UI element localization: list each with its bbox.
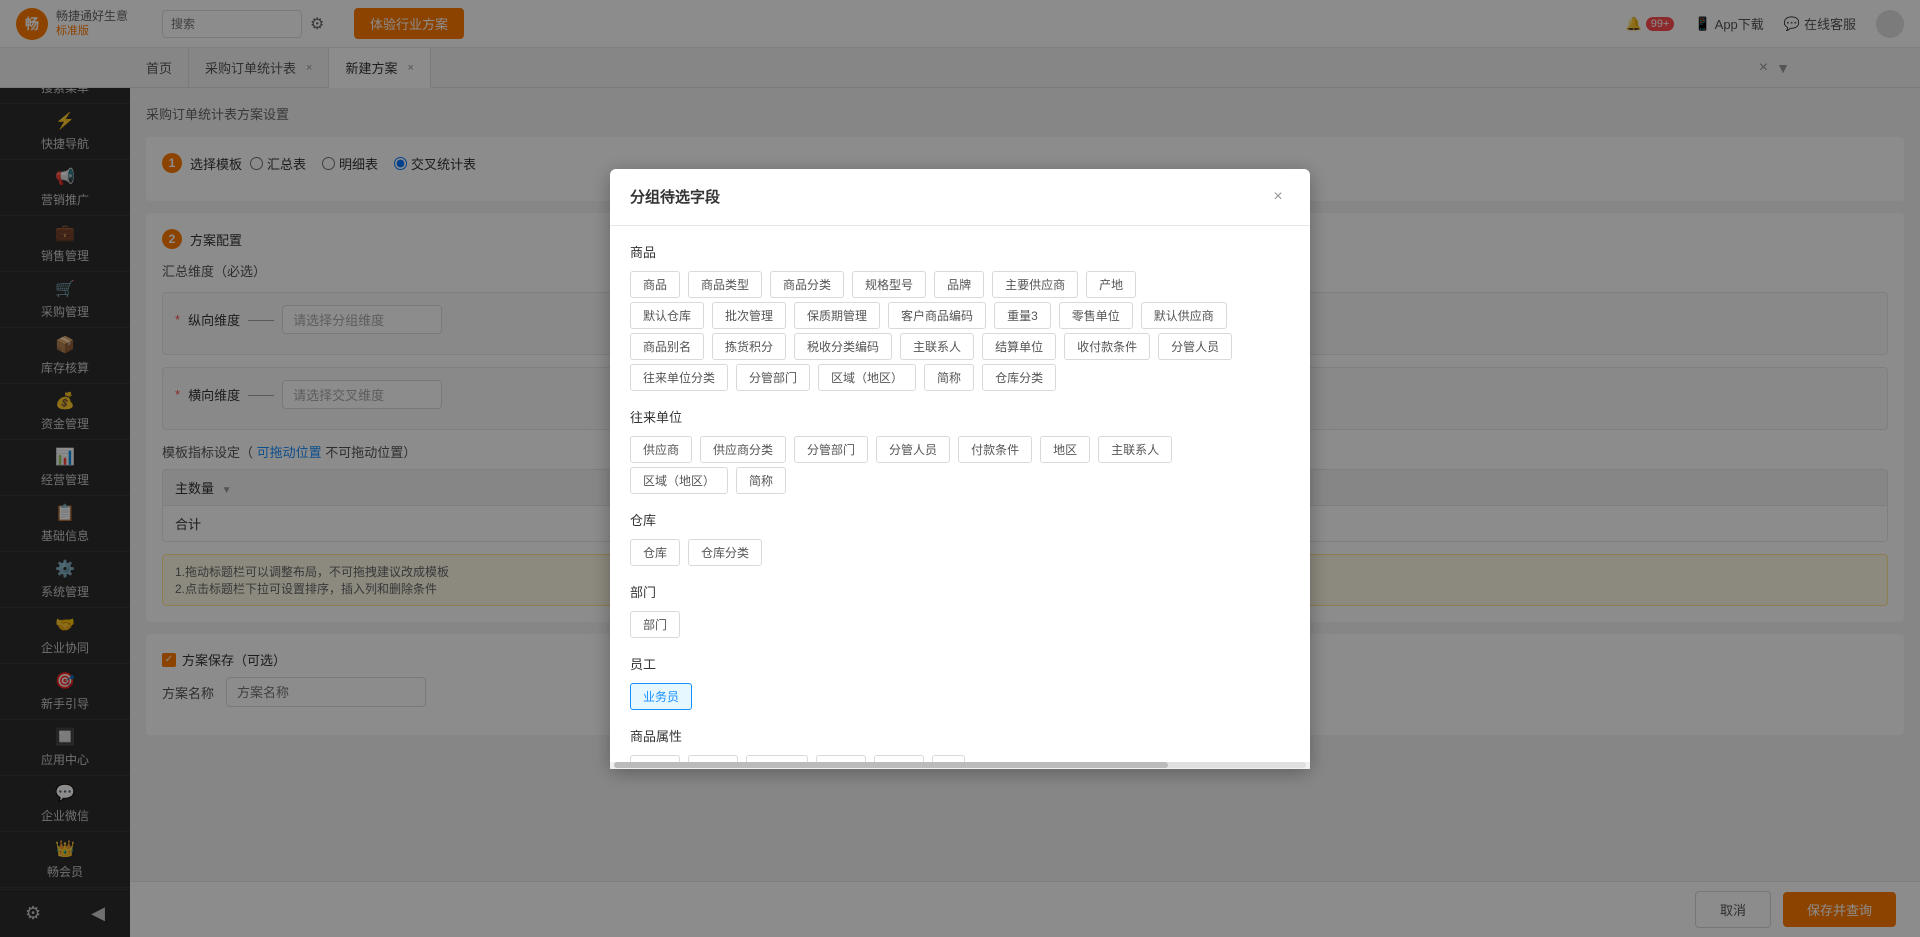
field-tag-color[interactable]: 颜色	[688, 755, 738, 762]
section-title-product-attr: 商品属性	[630, 726, 1290, 745]
field-tag-spec-model[interactable]: 规格型号	[852, 271, 926, 298]
modal-body[interactable]: 商品 商品 商品类型 商品分类 规格型号 品牌 主要供应商 产地 默认仓库 批次…	[610, 226, 1310, 762]
field-tag-region2[interactable]: 区域（地区）	[630, 467, 728, 494]
field-tag-area[interactable]: 地区	[1040, 436, 1090, 463]
field-tag-pick-score[interactable]: 拣货积分	[712, 333, 786, 360]
field-tag-alias[interactable]: 商品别名	[630, 333, 704, 360]
section-title-employee: 员工	[630, 654, 1290, 673]
modal-close-button[interactable]: ×	[1266, 185, 1290, 209]
field-tag-mgmt-person[interactable]: 分管人员	[876, 436, 950, 463]
field-tag-payment-cond[interactable]: 付款条件	[958, 436, 1032, 463]
field-tag-warehouse-cat[interactable]: 仓库分类	[688, 539, 762, 566]
field-tag-salesperson[interactable]: 业务员	[630, 683, 692, 710]
product-attr-fields: 属性 颜色 多规格 尺码 鞋码 1	[630, 755, 1290, 762]
field-tag-batch-mgmt[interactable]: 批次管理	[712, 302, 786, 329]
field-tag-main-contact2[interactable]: 主联系人	[1098, 436, 1172, 463]
field-tag-region[interactable]: 区域（地区）	[818, 364, 916, 391]
employee-fields: 业务员	[630, 683, 1290, 710]
field-tag-product-category[interactable]: 商品分类	[770, 271, 844, 298]
field-tag-multi-spec[interactable]: 多规格	[746, 755, 808, 762]
section-title-warehouse: 仓库	[630, 510, 1290, 529]
field-tag-shoe-size[interactable]: 鞋码	[874, 755, 924, 762]
section-title-dept: 部门	[630, 582, 1290, 601]
section-title-counterpart: 往来单位	[630, 407, 1290, 426]
field-tag-manager[interactable]: 分管人员	[1158, 333, 1232, 360]
field-tag-default-warehouse[interactable]: 默认仓库	[630, 302, 704, 329]
field-tag-supplier-category[interactable]: 供应商分类	[700, 436, 786, 463]
modal-overlay: 分组待选字段 × 商品 商品 商品类型 商品分类 规格型号 品牌 主要供应商 产…	[0, 0, 1920, 937]
section-title-product: 商品	[630, 242, 1290, 261]
field-tag-settlement-unit[interactable]: 结算单位	[982, 333, 1056, 360]
warehouse-fields: 仓库 仓库分类	[630, 539, 1290, 566]
field-tag-dept2[interactable]: 部门	[630, 611, 680, 638]
field-tag-size[interactable]: 尺码	[816, 755, 866, 762]
field-tag-main-supplier[interactable]: 主要供应商	[992, 271, 1078, 298]
field-tag-shelf-life[interactable]: 保质期管理	[794, 302, 880, 329]
field-tag-product-type[interactable]: 商品类型	[688, 271, 762, 298]
field-tag-counterpart-category[interactable]: 往来单位分类	[630, 364, 728, 391]
field-tag-weight[interactable]: 重量3	[994, 302, 1051, 329]
field-tag-one[interactable]: 1	[932, 755, 965, 762]
field-tag-origin[interactable]: 产地	[1086, 271, 1136, 298]
product-fields-4: 往来单位分类 分管部门 区域（地区） 简称 仓库分类	[630, 364, 1290, 391]
field-tag-product[interactable]: 商品	[630, 271, 680, 298]
modal-title: 分组待选字段	[630, 186, 720, 207]
field-tag-short-name2[interactable]: 简称	[736, 467, 786, 494]
field-tag-warehouse-category[interactable]: 仓库分类	[982, 364, 1056, 391]
field-tag-customer-code[interactable]: 客户商品编码	[888, 302, 986, 329]
field-tag-main-contact[interactable]: 主联系人	[900, 333, 974, 360]
field-tag-tax-code[interactable]: 税收分类编码	[794, 333, 892, 360]
field-tag-payment-terms[interactable]: 收付款条件	[1064, 333, 1150, 360]
counterpart-fields: 供应商 供应商分类 分管部门 分管人员 付款条件 地区 主联系人	[630, 436, 1290, 463]
modal-header: 分组待选字段 ×	[610, 169, 1310, 226]
counterpart-fields-2: 区域（地区） 简称	[630, 467, 1290, 494]
field-tag-attr[interactable]: 属性	[630, 755, 680, 762]
field-tag-dept[interactable]: 分管部门	[736, 364, 810, 391]
field-tag-brand[interactable]: 品牌	[934, 271, 984, 298]
field-tag-short-name[interactable]: 简称	[924, 364, 974, 391]
product-fields-3: 商品别名 拣货积分 税收分类编码 主联系人 结算单位 收付款条件 分管人员	[630, 333, 1290, 360]
scroll-bar-area[interactable]	[610, 762, 1310, 769]
field-tag-mgmt-dept[interactable]: 分管部门	[794, 436, 868, 463]
dept-fields: 部门	[630, 611, 1290, 638]
field-tag-default-supplier[interactable]: 默认供应商	[1141, 302, 1227, 329]
modal: 分组待选字段 × 商品 商品 商品类型 商品分类 规格型号 品牌 主要供应商 产…	[610, 169, 1310, 769]
field-tag-retail-unit[interactable]: 零售单位	[1059, 302, 1133, 329]
product-fields-2: 默认仓库 批次管理 保质期管理 客户商品编码 重量3 零售单位 默认供应商	[630, 302, 1290, 329]
field-tag-warehouse[interactable]: 仓库	[630, 539, 680, 566]
field-tag-supplier[interactable]: 供应商	[630, 436, 692, 463]
product-fields: 商品 商品类型 商品分类 规格型号 品牌 主要供应商 产地	[630, 271, 1290, 298]
